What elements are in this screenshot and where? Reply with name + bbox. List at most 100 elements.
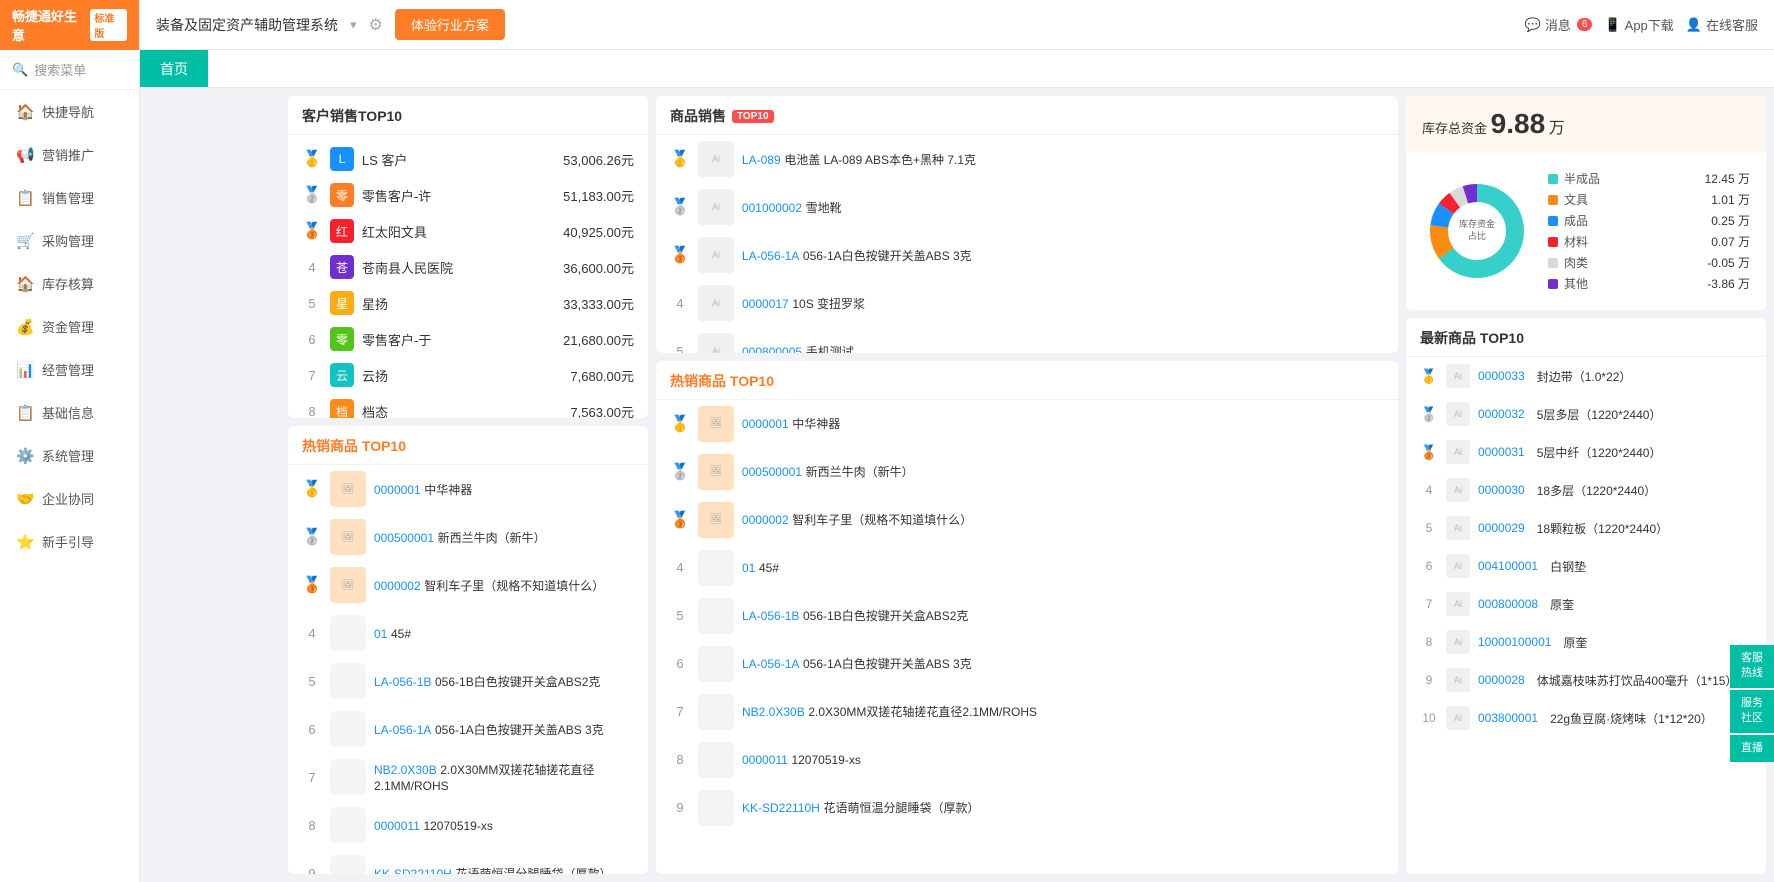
new-name: 5层多层（1220*2440）	[1537, 406, 1752, 423]
product-sales-item: 🥈 Ai 001000002 雪地靴	[656, 183, 1398, 231]
rank-name: 红太阳文具	[362, 222, 555, 241]
new-code: 003800001	[1478, 711, 1538, 725]
sidebar-nav: 🏠快捷导航📢营销推广📋销售管理🛒采购管理🏠库存核算💰资金管理📊经营管理 📋 基础信息…	[0, 90, 139, 882]
hot-rank-num: 4	[302, 626, 322, 641]
trial-btn[interactable]: 体验行业方案	[395, 9, 505, 40]
hot-info: 0000001 中华神器	[374, 481, 634, 498]
legend-name: 其他	[1564, 275, 1701, 292]
message-label: 消息	[1545, 15, 1571, 34]
ps-medal: 🥈	[670, 197, 690, 217]
sidebar-item-5[interactable]: 💰资金管理	[0, 305, 139, 348]
app-download-btn[interactable]: 📱 App下载	[1604, 15, 1673, 34]
rank-value: 21,680.00元	[563, 330, 634, 349]
new-product-item: 4 Ai 0000030 18多层（1220*2440）	[1406, 471, 1766, 509]
page-tabs: 首页	[140, 50, 1774, 88]
float-community-btn[interactable]: 服务 社区	[1730, 690, 1774, 733]
rank-value: 33,333.00元	[563, 294, 634, 313]
ps-img: Ai	[698, 141, 734, 177]
new-product-item: 🥈 Ai 0000032 5层多层（1220*2440）	[1406, 395, 1766, 433]
tab-home[interactable]: 首页	[140, 50, 208, 87]
hot-mid-img	[698, 550, 734, 586]
svg-text:库存资金: 库存资金	[1459, 218, 1495, 229]
nav-label-7: 基础信息	[42, 403, 94, 422]
dropdown-icon[interactable]: ▾	[350, 17, 357, 33]
sidebar-search-area[interactable]: 🔍 搜索菜单	[0, 50, 139, 90]
settings-icon[interactable]: ⚙	[369, 15, 383, 35]
product-sales-title: 商品销售	[670, 106, 726, 126]
sidebar-item-10[interactable]: ⭐新手引导	[0, 520, 139, 563]
sidebar-item-0[interactable]: 🏠快捷导航	[0, 90, 139, 133]
hot-medal: 🥉	[302, 575, 322, 595]
sidebar-item-3[interactable]: 🛒采购管理	[0, 219, 139, 262]
sidebar-item-4[interactable]: 🏠库存核算	[0, 262, 139, 305]
message-btn[interactable]: 💬 消息 6	[1525, 15, 1593, 34]
message-badge: 6	[1577, 18, 1593, 31]
hot-mid-img	[698, 742, 734, 778]
rank-name: 云扬	[362, 366, 562, 385]
hot-mid-name: 智利车子里（规格不知道填什么）	[792, 513, 972, 527]
rank-avatar: 零	[330, 327, 354, 351]
hot-mid-code: KK-SD22110H	[742, 801, 820, 815]
new-products-card: 最新商品 TOP10 🥇 Ai 0000033 封边带（1.0*22）🥈 Ai …	[1406, 318, 1766, 874]
new-rank-num: 8	[1420, 635, 1438, 649]
hot-mid-img	[698, 790, 734, 826]
inventory-title: 库存总资金	[1422, 121, 1487, 136]
rank-name: 苍南县人民医院	[362, 258, 555, 277]
legend-item: 肉类 -0.05 万	[1548, 252, 1750, 273]
hot-mid-info: 0000011 12070519-xs	[742, 752, 1384, 767]
customer-rank-list: 🥇 L LS 客户 53,006.26元🥈 零 零售客户-许 51,183.00…	[288, 135, 648, 418]
legend-val: -3.86 万	[1707, 275, 1750, 292]
new-code: 004100001	[1478, 559, 1538, 573]
hot-img	[330, 663, 366, 699]
float-live-btn[interactable]: 直播	[1730, 735, 1774, 762]
new-name: 原奎	[1550, 596, 1752, 613]
topbar: 装备及固定资产辅助管理系统 ▾ ⚙ 体验行业方案 💬 消息 6 📱 App下载 …	[140, 0, 1774, 50]
inventory-total: 库存总资金 9.88 万	[1422, 108, 1750, 140]
sidebar-item-2[interactable]: 📋销售管理	[0, 176, 139, 219]
float-service-btn[interactable]: 客服 热线	[1730, 645, 1774, 688]
ps-name: 电池盖 LA-089 ABS本色+黑种 7.1克	[784, 153, 976, 167]
hot-img: 🖼	[330, 567, 366, 603]
legend-val: 12.45 万	[1705, 170, 1750, 187]
new-name: 22g鱼豆腐·烧烤味（1*12*20）	[1550, 710, 1752, 727]
legend-item: 成品 0.25 万	[1548, 210, 1750, 231]
sidebar-item-8[interactable]: ⚙️系统管理	[0, 434, 139, 477]
hot-mid-item: 🥇 🖼 0000001 中华神器	[656, 400, 1398, 448]
rank-value: 7,563.00元	[570, 402, 634, 419]
sidebar-item-9[interactable]: 🤝企业协同	[0, 477, 139, 520]
hot-mid-medal: 🥇	[670, 414, 690, 434]
product-sales-item: 4 Ai 0000017 10S 变扭罗浆	[656, 279, 1398, 327]
product-sales-badge: TOP10	[732, 110, 774, 123]
hot-rank-num: 6	[302, 722, 322, 737]
hot-medal: 🥇	[302, 479, 322, 499]
legend-name: 半成品	[1564, 170, 1699, 187]
hot-img	[330, 855, 366, 874]
sidebar-item-6[interactable]: 📊经营管理	[0, 348, 139, 391]
sidebar-item-1[interactable]: 📢营销推广	[0, 133, 139, 176]
svg-text:占比: 占比	[1468, 230, 1486, 241]
hot-products-header: 热销商品 TOP10	[288, 426, 648, 465]
new-product-item: 10 Ai 003800001 22g鱼豆腐·烧烤味（1*12*20）	[1406, 699, 1766, 737]
online-service-btn[interactable]: 👤 在线客服	[1686, 15, 1758, 34]
hot-mid-rank-num: 8	[670, 752, 690, 767]
hot-name: 12070519-xs	[423, 819, 492, 833]
nav-icon-7: 📋	[16, 404, 34, 422]
new-code: 0000032	[1478, 407, 1525, 421]
new-name: 封边带（1.0*22）	[1537, 368, 1752, 385]
nav-label-6: 经营管理	[42, 360, 94, 379]
hot-mid-name: 056-1B白色按键开关盒ABS2克	[803, 609, 968, 623]
rank-value: 36,600.00元	[563, 258, 634, 277]
hot-info: KK-SD22110H 花语萌恒温分腿睡袋（厚款）	[374, 865, 634, 874]
sidebar-item-7[interactable]: 📋 基础信息	[0, 391, 139, 434]
rank-name: 零售客户-许	[362, 186, 555, 205]
nav-icon-9: 🤝	[16, 490, 34, 508]
hot-mid-item: 7 NB2.0X30B 2.0X30MM双搓花轴搓花直径2.1MM/ROHS	[656, 688, 1398, 736]
hot-mid-img: 🖼	[698, 454, 734, 490]
sidebar-logo: 畅捷通好生意 标准版	[0, 0, 139, 50]
ps-img: Ai	[698, 333, 734, 353]
nav-icon-10: ⭐	[16, 533, 34, 551]
search-icon: 🔍	[12, 62, 28, 78]
hot-mid-item: 9 KK-SD22110H 花语萌恒温分腿睡袋（厚款）	[656, 784, 1398, 832]
rank-num: 6	[302, 332, 322, 347]
hot-mid-rank-num: 4	[670, 560, 690, 575]
